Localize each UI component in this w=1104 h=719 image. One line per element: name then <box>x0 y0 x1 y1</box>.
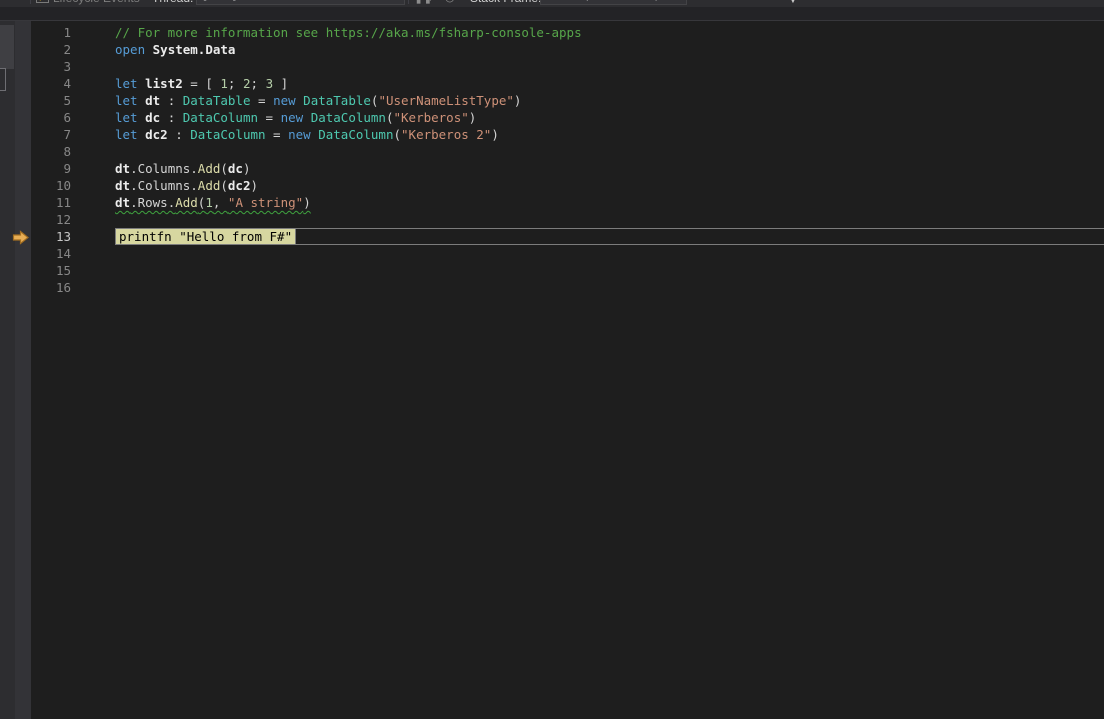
code-line-16[interactable]: 16 <box>31 279 1104 296</box>
code-line-15[interactable]: 15 <box>31 262 1104 279</box>
code-line-4[interactable]: 4 let list2 = [ 1; 2; 3 ] <box>31 75 1104 92</box>
line-number: 2 <box>31 41 71 58</box>
stack-frame-dropdown[interactable]: <StartupCode$fsharpconsole>.$Program <box>540 0 687 5</box>
editor-region: 1 // For more information see https://aka… <box>0 21 1104 719</box>
line-number: 3 <box>31 58 71 75</box>
left-panel-fragment <box>0 25 14 69</box>
line-number: 10 <box>31 177 71 194</box>
lifecycle-events-button[interactable]: Lifecycle Events <box>53 0 140 5</box>
line-number: 12 <box>31 211 71 228</box>
line-number: 5 <box>31 92 71 109</box>
toolbar-editor-divider <box>0 7 1104 21</box>
code-line-2[interactable]: 2 open System.Data <box>31 41 1104 58</box>
code-line-8[interactable]: 8 <box>31 143 1104 160</box>
line-number: 16 <box>31 279 71 296</box>
breakpoint-gutter[interactable] <box>15 21 31 719</box>
code-text: dt.Columns.Add(dc2) <box>115 177 258 194</box>
line-number: 1 <box>31 24 71 41</box>
debug-location-toolbar: ⚡ Lifecycle Events Thread: [1932] Main T… <box>0 0 1104 7</box>
flag-icon[interactable]: ⚐ <box>428 0 438 4</box>
code-text: let list2 = [ 1; 2; 3 ] <box>115 75 288 92</box>
thread-dropdown[interactable]: [1932] Main Thread ▼ <box>196 0 405 5</box>
line-number: 8 <box>31 143 71 160</box>
current-statement-highlight: printfn "Hello from F#" <box>116 229 296 244</box>
code-line-12[interactable]: 12 <box>31 211 1104 228</box>
code-text: let dc : DataColumn = new DataColumn("Ke… <box>115 109 476 126</box>
toolbar-overflow-button[interactable]: ▼ <box>785 0 801 5</box>
current-statement-row: printfn "Hello from F#" <box>115 228 1104 245</box>
left-panel-sliver <box>0 21 15 719</box>
line-number: 4 <box>31 75 71 92</box>
thread-label: Thread: <box>152 0 193 5</box>
lifecycle-events-icon: ⚡ <box>36 0 49 3</box>
code-text: dt.Rows.Add(1, "A string") <box>115 194 311 211</box>
code-editor[interactable]: 1 // For more information see https://aka… <box>31 21 1104 719</box>
current-statement-arrow-icon <box>12 230 30 245</box>
line-number: 6 <box>31 109 71 126</box>
code-text: let dt : DataTable = new DataTable("User… <box>115 92 521 109</box>
line-number: 14 <box>31 245 71 262</box>
code-line-14[interactable]: 14 <box>31 245 1104 262</box>
left-panel-button-fragment <box>0 68 6 91</box>
thread-dropdown-value: [1932] Main Thread <box>203 0 307 1</box>
code-line-5[interactable]: 5 let dt : DataTable = new DataTable("Use… <box>31 92 1104 109</box>
code-line-6[interactable]: 6 let dc : DataColumn = new DataColumn("K… <box>31 109 1104 126</box>
code-line-11[interactable]: 11 dt.Rows.Add(1, "A string") <box>31 194 1104 211</box>
code-lines: 1 // For more information see https://aka… <box>31 24 1104 296</box>
chevron-down-icon: ▼ <box>391 0 400 1</box>
code-line-7[interactable]: 7 let dc2 : DataColumn = new DataColumn("… <box>31 126 1104 143</box>
line-number: 11 <box>31 194 71 211</box>
toolbar-separator <box>30 0 31 4</box>
line-number: 13 <box>31 228 71 245</box>
code-line-3[interactable]: 3 <box>31 58 1104 75</box>
stack-frame-dropdown-value: <StartupCode$fsharpconsole>.$Program <box>547 0 687 1</box>
line-number: 7 <box>31 126 71 143</box>
code-text: let dc2 : DataColumn = new DataColumn("K… <box>115 126 499 143</box>
code-text: // For more information see https://aka.… <box>115 24 582 41</box>
chevron-down-icon: ▼ <box>790 0 797 5</box>
line-number: 9 <box>31 160 71 177</box>
stack-frame-label: Stack Frame: <box>470 0 541 5</box>
frame-icon[interactable]: ◎ <box>445 0 455 4</box>
line-number: 15 <box>31 262 71 279</box>
code-text: dt.Columns.Add(dc) <box>115 160 251 177</box>
code-line-13[interactable]: 13 printfn "Hello from F#" <box>31 228 1104 245</box>
warning-squiggle: dt.Rows.Add(1, "A string") <box>115 195 311 210</box>
code-line-1[interactable]: 1 // For more information see https://aka… <box>31 24 1104 41</box>
vs-debugger-window: ⚡ Lifecycle Events Thread: [1932] Main T… <box>0 0 1104 719</box>
toolbar-separator <box>408 0 409 4</box>
code-text: open System.Data <box>115 41 235 58</box>
code-line-10[interactable]: 10 dt.Columns.Add(dc2) <box>31 177 1104 194</box>
code-line-9[interactable]: 9 dt.Columns.Add(dc) <box>31 160 1104 177</box>
